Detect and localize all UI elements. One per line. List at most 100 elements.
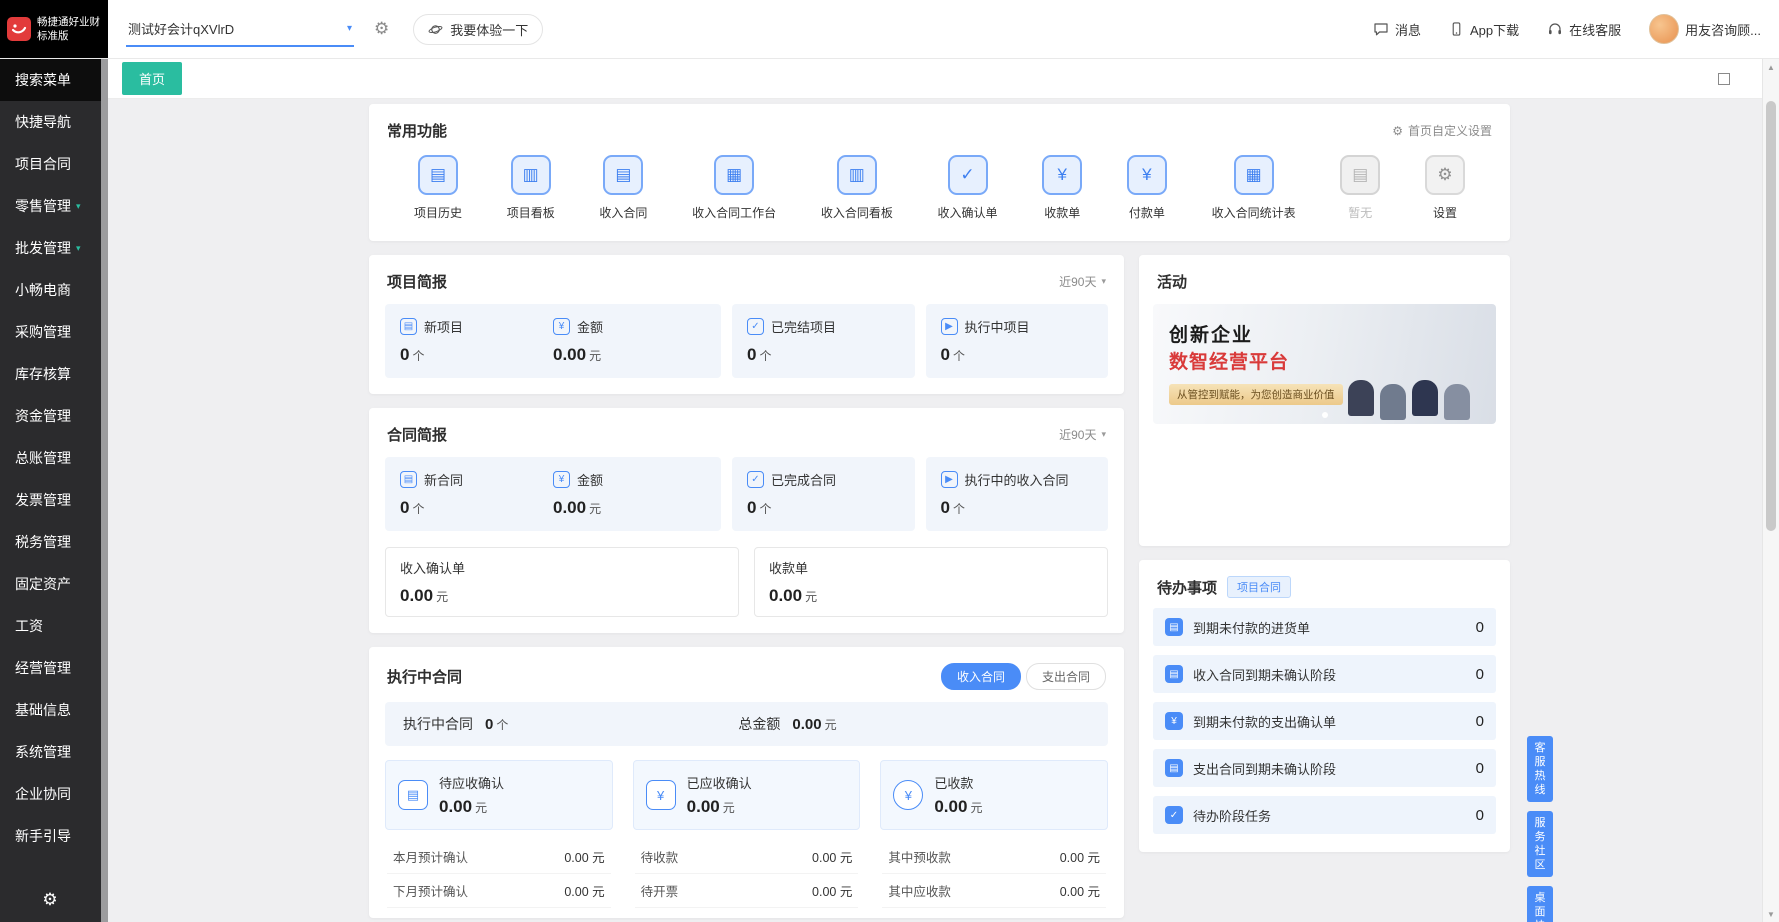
app-download-button[interactable]: App下载	[1449, 20, 1519, 39]
messages-button[interactable]: 消息	[1373, 20, 1421, 39]
sidebar-item-beginner-guide[interactable]: 新手引导	[0, 815, 108, 857]
document-icon: ▤	[400, 471, 417, 488]
scroll-up-icon[interactable]: ▲	[1763, 59, 1779, 75]
sidebar-item-project-contract[interactable]: 项目合同	[0, 143, 108, 185]
tile-payment-voucher[interactable]: ¥ 付款单	[1126, 155, 1167, 221]
document-icon: ▤	[1165, 618, 1183, 636]
sidebar-item-fixed-assets[interactable]: 固定资产	[0, 563, 108, 605]
scroll-down-icon[interactable]: ▼	[1763, 906, 1779, 922]
sidebar-item-funds[interactable]: 资金管理	[0, 395, 108, 437]
desktop-shortcut-button[interactable]: 桌面快捷	[1527, 886, 1553, 922]
sidebar-item-quick-nav[interactable]: 快捷导航	[0, 101, 108, 143]
todo-item-overdue-expense-confirmation[interactable]: ¥ 到期未付款的支出确认单 0	[1153, 702, 1496, 740]
document-icon: ▤	[400, 318, 417, 335]
tile-income-confirmation[interactable]: ✓ 收入确认单	[938, 155, 998, 221]
contract-brief-range-select[interactable]: 近90天 ▾	[1059, 426, 1106, 443]
brand-edition: 标准版	[37, 30, 69, 42]
detail-row: 本月预计确认 0.00 元	[387, 840, 611, 874]
tile-income-contract-stats[interactable]: ▦ 收入合同统计表	[1212, 155, 1296, 221]
company-selector-value: 测试好会计qXVlrD	[128, 21, 235, 37]
tile-receipt-voucher[interactable]: ¥ 收款单	[1042, 155, 1083, 221]
contract-brief-stat-running: ▶ 执行中的收入合同 0个	[925, 457, 1108, 531]
service-community-button[interactable]: 服务社区	[1527, 811, 1553, 877]
tile-empty: ▤ 暂无	[1340, 155, 1381, 221]
project-brief-card: 项目简报 近90天 ▾ ▤ 新项目 0个 ¥ 金额 0.00 元 ✓ 已完结项目…	[369, 255, 1124, 394]
sidebar-item-tax[interactable]: 税务管理	[0, 521, 108, 563]
sidebar-item-general-ledger[interactable]: 总账管理	[0, 437, 108, 479]
contract-brief-stat-finished: ✓ 已完成合同 0个	[732, 457, 915, 531]
window-scrollbar[interactable]: ▲ ▼	[1762, 59, 1779, 922]
messages-label: 消息	[1394, 22, 1421, 38]
tile-income-contract-workbench[interactable]: ▦ 收入合同工作台	[692, 155, 776, 221]
money-icon: ¥	[1165, 712, 1183, 730]
activity-title: 活动	[1157, 274, 1188, 291]
customize-gear-icon: ⚙	[1392, 123, 1403, 138]
detail-row: 其中应收款 0.00 元	[882, 874, 1107, 908]
company-selector[interactable]: 测试好会计qXVlrD ▾	[126, 12, 354, 47]
detail-row: 其中预收款 0.00 元	[882, 840, 1107, 874]
stat-value: 0.00 元	[439, 797, 488, 816]
todo-item-income-contract-unconfirmed[interactable]: ▤ 收入合同到期未确认阶段 0	[1153, 655, 1496, 693]
customer-service-hotline-button[interactable]: 客服热线	[1527, 736, 1553, 802]
scrollbar-thumb[interactable]	[1766, 101, 1776, 531]
project-brief-range-select[interactable]: 近90天 ▾	[1059, 273, 1106, 290]
tile-project-history[interactable]: ▤ 项目历史	[414, 155, 462, 221]
todo-count: 0	[1475, 806, 1484, 824]
sidebar-item-operations[interactable]: 经营管理	[0, 647, 108, 689]
sidebar-item-basic-info[interactable]: 基础信息	[0, 689, 108, 731]
play-icon: ▶	[940, 318, 958, 335]
chevron-down-icon: ▾	[1101, 429, 1106, 439]
tile-income-contract[interactable]: ▤ 收入合同	[599, 155, 647, 221]
tile-income-contract-board[interactable]: ▥ 收入合同看板	[821, 155, 893, 221]
todo-tag[interactable]: 项目合同	[1227, 576, 1292, 598]
tile-settings[interactable]: ⚙ 设置	[1424, 155, 1465, 221]
sidebar-settings-gear-icon[interactable]: ⚙	[0, 878, 100, 922]
check-doc-icon: ✓	[947, 155, 988, 195]
carousel-dot[interactable]	[1321, 412, 1328, 418]
settings-gear-icon[interactable]: ⚙	[374, 19, 389, 39]
online-service-label: 在线客服	[1569, 22, 1622, 38]
tab-home[interactable]: 首页	[122, 62, 183, 95]
executing-summary-bar: 执行中合同 0个 总金额 0.00 元	[385, 702, 1108, 746]
todo-count: 0	[1475, 665, 1484, 683]
sidebar-item-system[interactable]: 系统管理	[0, 731, 108, 773]
receipt-voucher-box: 收款单 0.00 元	[754, 547, 1108, 617]
experience-button[interactable]: 我要体验一下	[413, 13, 544, 45]
executing-contracts-card: 执行中合同 收入合同 支出合同 执行中合同 0个 总金额 0.00 元 ▤ 待应…	[369, 647, 1124, 918]
confirmed-receivable-card: ¥ 已应收确认 0.00 元 待收款 0.00 元 待开票 0.00 元	[632, 760, 861, 908]
sidebar-item-search-menu[interactable]: 搜索菜单	[0, 59, 108, 101]
homepage-customize-button[interactable]: ⚙ 首页自定义设置	[1392, 122, 1492, 139]
activity-banner[interactable]: 创新企业 数智经营平台 从管控到赋能，为您创造商业价值	[1153, 304, 1496, 424]
sidebar-item-wholesale[interactable]: 批发管理 ▾	[0, 227, 108, 269]
sidebar-item-retail[interactable]: 零售管理 ▾	[0, 185, 108, 227]
tile-project-board[interactable]: ▥ 项目看板	[507, 155, 555, 221]
todo-item-overdue-purchase[interactable]: ▤ 到期未付款的进货单 0	[1153, 608, 1496, 646]
document-icon: ▤	[1165, 665, 1183, 683]
user-menu[interactable]: 用友咨询顾...	[1649, 14, 1761, 44]
todo-item-expense-contract-unconfirmed[interactable]: ▤ 支出合同到期未确认阶段 0	[1153, 749, 1496, 787]
floating-buttons: 客服热线 服务社区 桌面快捷	[1527, 736, 1553, 922]
project-brief-title: 项目简报	[387, 274, 448, 291]
sidebar-item-enterprise-collab[interactable]: 企业协同	[0, 773, 108, 815]
sidebar-scrollbar[interactable]	[101, 59, 108, 922]
board-icon: ▥	[836, 155, 877, 195]
board-icon: ▥	[510, 155, 551, 195]
brand-logo-icon	[7, 17, 31, 41]
fullscreen-icon[interactable]	[1713, 68, 1735, 90]
filter-expense-contract[interactable]: 支出合同	[1025, 663, 1106, 690]
play-icon: ▶	[940, 471, 958, 488]
common-functions-card: 常用功能 ⚙ 首页自定义设置 ▤ 项目历史 ▥ 项目看板 ▤ 收入合同 ▦ 收入…	[369, 104, 1510, 241]
online-service-button[interactable]: 在线客服	[1547, 20, 1621, 39]
income-confirmation-box: 收入确认单 0.00 元	[385, 547, 739, 617]
sidebar-item-inventory[interactable]: 库存核算	[0, 353, 108, 395]
sidebar-item-xiaochang-ecommerce[interactable]: 小畅电商	[0, 269, 108, 311]
filter-income-contract[interactable]: 收入合同	[940, 663, 1021, 690]
sidebar-item-purchase[interactable]: 采购管理	[0, 311, 108, 353]
banner-people-illustration	[1412, 380, 1438, 416]
stat-value: 0个	[400, 498, 425, 517]
sidebar-item-payroll[interactable]: 工资	[0, 605, 108, 647]
received-payment-card: ¥ 已收款 0.00 元 其中预收款 0.00 元 其中应收款 0.00 元	[880, 760, 1109, 908]
sidebar-item-invoice[interactable]: 发票管理	[0, 479, 108, 521]
money-icon: ¥	[645, 780, 676, 810]
todo-item-pending-stage-tasks[interactable]: ✓ 待办阶段任务 0	[1153, 796, 1496, 834]
